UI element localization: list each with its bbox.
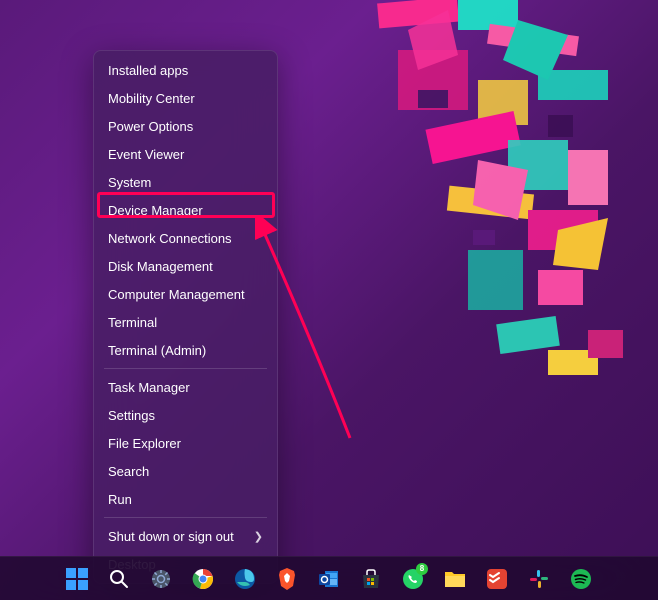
store-app[interactable] — [353, 561, 389, 597]
search-icon — [109, 569, 129, 589]
start-button[interactable] — [59, 561, 95, 597]
chrome-icon — [192, 568, 214, 590]
spotify-app[interactable] — [563, 561, 599, 597]
store-icon — [360, 568, 382, 590]
menu-shut-down[interactable]: Shut down or sign out ❯ — [94, 522, 277, 550]
outlook-icon — [318, 568, 340, 590]
menu-installed-apps[interactable]: Installed apps — [94, 56, 277, 84]
menu-device-manager[interactable]: Device Manager — [94, 196, 277, 224]
brave-icon — [277, 567, 297, 591]
menu-system[interactable]: System — [94, 168, 277, 196]
edge-app[interactable] — [227, 561, 263, 597]
spotify-icon — [570, 568, 592, 590]
folder-icon — [444, 569, 466, 589]
winx-context-menu: Installed apps Mobility Center Power Opt… — [93, 50, 278, 584]
windows-icon — [66, 568, 88, 590]
brave-app[interactable] — [269, 561, 305, 597]
menu-search[interactable]: Search — [94, 457, 277, 485]
menu-settings[interactable]: Settings — [94, 401, 277, 429]
chrome-app[interactable] — [185, 561, 221, 597]
menu-computer-management[interactable]: Computer Management — [94, 280, 277, 308]
gear-icon — [150, 568, 172, 590]
todoist-icon — [486, 568, 508, 590]
taskbar: 8 — [0, 556, 658, 600]
todoist-app[interactable] — [479, 561, 515, 597]
slack-icon — [528, 568, 550, 590]
menu-file-explorer[interactable]: File Explorer — [94, 429, 277, 457]
menu-divider-2 — [104, 517, 267, 518]
outlook-app[interactable] — [311, 561, 347, 597]
menu-task-manager[interactable]: Task Manager — [94, 373, 277, 401]
wallpaper-art — [278, 0, 658, 460]
settings-app[interactable] — [143, 561, 179, 597]
search-button[interactable] — [101, 561, 137, 597]
menu-mobility-center[interactable]: Mobility Center — [94, 84, 277, 112]
menu-event-viewer[interactable]: Event Viewer — [94, 140, 277, 168]
menu-disk-management[interactable]: Disk Management — [94, 252, 277, 280]
menu-power-options[interactable]: Power Options — [94, 112, 277, 140]
slack-app[interactable] — [521, 561, 557, 597]
menu-network-connections[interactable]: Network Connections — [94, 224, 277, 252]
menu-terminal[interactable]: Terminal — [94, 308, 277, 336]
menu-run[interactable]: Run — [94, 485, 277, 513]
edge-icon — [234, 568, 256, 590]
whatsapp-app[interactable]: 8 — [395, 561, 431, 597]
notification-badge: 8 — [416, 563, 428, 575]
file-explorer-app[interactable] — [437, 561, 473, 597]
chevron-right-icon: ❯ — [254, 530, 263, 543]
menu-terminal-admin[interactable]: Terminal (Admin) — [94, 336, 277, 364]
menu-divider-1 — [104, 368, 267, 369]
